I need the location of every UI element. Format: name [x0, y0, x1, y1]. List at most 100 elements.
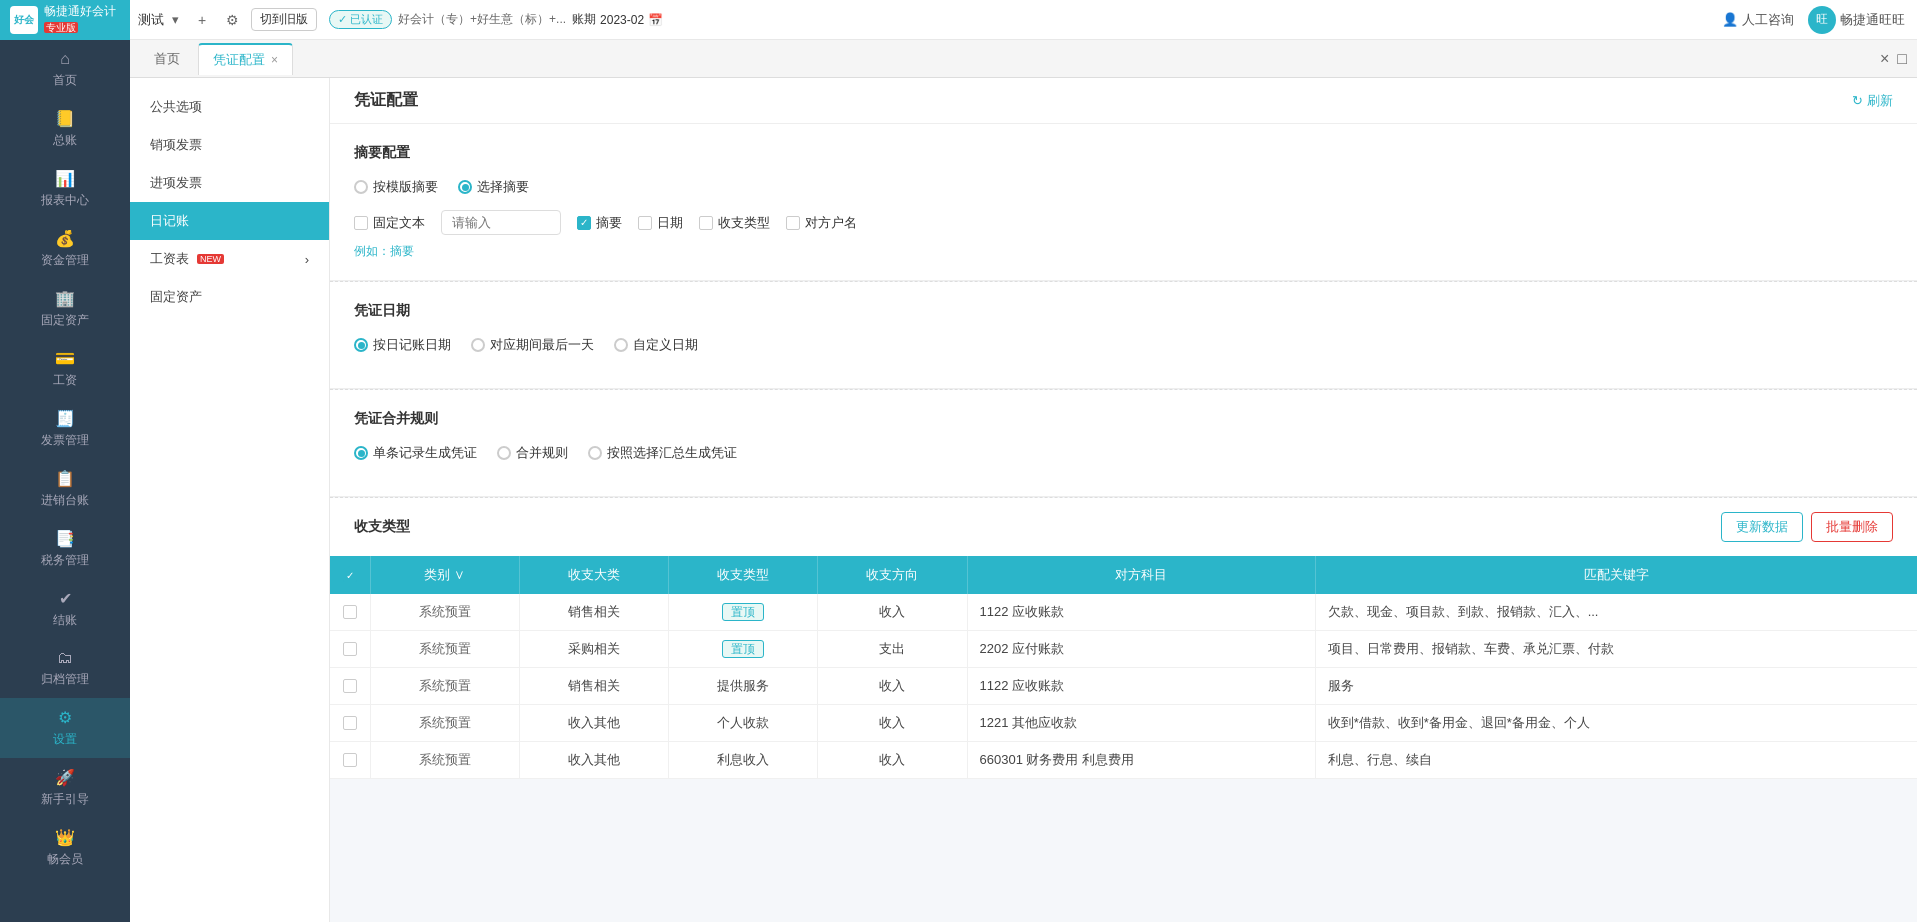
- td-major-1: 采购相关: [519, 631, 668, 668]
- logo-text: 畅捷通好会计 专业版: [44, 4, 116, 35]
- td-checkbox-3[interactable]: [330, 705, 370, 742]
- fixed-text-input[interactable]: [441, 210, 561, 235]
- left-menu-item-diary[interactable]: 日记账: [130, 202, 329, 240]
- td-checkbox-0[interactable]: [330, 594, 370, 631]
- window-max-icon[interactable]: □: [1897, 50, 1907, 68]
- td-account-4: 660301 财务费用 利息费用: [967, 742, 1315, 779]
- sidebar-item-stockbook[interactable]: 📋 进销台账: [0, 459, 130, 519]
- checkbox-income-type[interactable]: 收支类型: [699, 214, 770, 232]
- calendar-icon[interactable]: 📅: [648, 13, 663, 27]
- checkbox-counterparty[interactable]: 对方户名: [786, 214, 857, 232]
- td-checkbox-2[interactable]: [330, 668, 370, 705]
- income-expense-table: ✓ 类别 ∨ 收支大类 收支类型 收支方向 对方科目 匹配关键字: [330, 556, 1917, 779]
- income-expense-section: 收支类型 更新数据 批量删除 ✓ 类别 ∨: [330, 498, 1917, 779]
- table-body: 系统预置 销售相关 置顶 收入 1122 应收账款 欠款、现金、项目款、到款、报…: [330, 594, 1917, 779]
- sidebar-item-settings[interactable]: ⚙ 设置: [0, 698, 130, 758]
- radio-aggregate[interactable]: 按照选择汇总生成凭证: [588, 444, 737, 462]
- td-checkbox-1[interactable]: [330, 631, 370, 668]
- td-checkbox-4[interactable]: [330, 742, 370, 779]
- radio-period-last[interactable]: 对应期间最后一天: [471, 336, 594, 354]
- summary-section: 摘要配置 按模版摘要 选择摘要: [330, 124, 1917, 281]
- tabbar: 首页 凭证配置 × × □: [130, 40, 1917, 78]
- chevron-down-icon[interactable]: ▾: [172, 12, 179, 27]
- tab-home[interactable]: 首页: [140, 44, 194, 74]
- left-menu-item-payroll[interactable]: 工资表 NEW ›: [130, 240, 329, 278]
- update-data-button[interactable]: 更新数据: [1721, 512, 1803, 542]
- checkbox-date[interactable]: 日期: [638, 214, 683, 232]
- select-all-checkbox[interactable]: ✓: [343, 568, 357, 582]
- radio-merge-rules[interactable]: 合并规则: [497, 444, 568, 462]
- table-header-bar: 收支类型 更新数据 批量删除: [330, 498, 1917, 556]
- td-direction-1: 支出: [818, 631, 967, 668]
- tab-bar-actions: × □: [1880, 50, 1907, 68]
- tab-voucher-config[interactable]: 凭证配置 ×: [198, 43, 293, 75]
- invoice-icon: 🧾: [55, 409, 75, 428]
- page-title: 凭证配置: [354, 90, 418, 111]
- topbar-actions: + ⚙ 切到旧版: [191, 8, 317, 31]
- radio-custom-date[interactable]: 自定义日期: [614, 336, 698, 354]
- radio-diary-date[interactable]: 按日记账日期: [354, 336, 451, 354]
- checkbox-fixed-text[interactable]: 固定文本: [354, 214, 425, 232]
- top-tag-1: 置顶: [722, 640, 764, 658]
- refresh-button[interactable]: ↻ 刷新: [1852, 92, 1893, 110]
- sidebar-item-reports[interactable]: 📊 报表中心: [0, 159, 130, 219]
- row-checkbox-3[interactable]: [343, 716, 357, 730]
- new-badge: NEW: [197, 254, 224, 264]
- td-direction-3: 收入: [818, 705, 967, 742]
- refresh-icon: ↻: [1852, 93, 1863, 108]
- td-major-4: 收入其他: [519, 742, 668, 779]
- checkbox-summary[interactable]: ✓ 摘要: [577, 214, 622, 232]
- sidebar-item-invoice[interactable]: 🧾 发票管理: [0, 399, 130, 459]
- sidebar-item-salary[interactable]: 💳 工资: [0, 339, 130, 399]
- th-direction: 收支方向: [818, 556, 967, 594]
- radio-circle-single-record: [354, 446, 368, 460]
- td-account-0: 1122 应收账款: [967, 594, 1315, 631]
- sidebar-item-funds[interactable]: 💰 资金管理: [0, 219, 130, 279]
- left-menu-item-fixed-assets[interactable]: 固定资产: [130, 278, 329, 316]
- sidebar-item-vip[interactable]: 👑 畅会员: [0, 818, 130, 878]
- row-checkbox-2[interactable]: [343, 679, 357, 693]
- left-menu-item-purchase-invoice[interactable]: 进项发票: [130, 164, 329, 202]
- support-button[interactable]: 👤 人工咨询: [1722, 11, 1794, 29]
- radio-select-summary[interactable]: 选择摘要: [458, 178, 529, 196]
- left-menu-item-public[interactable]: 公共选项: [130, 88, 329, 126]
- switch-version-button[interactable]: 切到旧版: [251, 8, 317, 31]
- sidebar-item-tax[interactable]: 📑 税务管理: [0, 519, 130, 579]
- chevron-right-icon: ›: [305, 252, 309, 267]
- sidebar-item-home[interactable]: ⌂ 首页: [0, 40, 130, 99]
- table-row: 系统预置 收入其他 利息收入 收入 660301 财务费用 利息费用 利息、行息…: [330, 742, 1917, 779]
- left-menu-item-sales-invoice[interactable]: 销项发票: [130, 126, 329, 164]
- row-checkbox-0[interactable]: [343, 605, 357, 619]
- merge-radio-group: 单条记录生成凭证 合并规则 按照选择汇总生成凭证: [354, 444, 1893, 462]
- td-direction-0: 收入: [818, 594, 967, 631]
- row-checkbox-1[interactable]: [343, 642, 357, 656]
- support-icon: 👤: [1722, 12, 1738, 27]
- table-row: 系统预置 销售相关 提供服务 收入 1122 应收账款 服务: [330, 668, 1917, 705]
- radio-single-record[interactable]: 单条记录生成凭证: [354, 444, 477, 462]
- checkbox-box-date: [638, 216, 652, 230]
- sidebar-item-close[interactable]: ✔ 结账: [0, 579, 130, 639]
- avatar: 旺: [1808, 6, 1836, 34]
- summary-title: 摘要配置: [354, 144, 1893, 162]
- row-checkbox-4[interactable]: [343, 753, 357, 767]
- window-close-icon[interactable]: ×: [1880, 50, 1889, 68]
- radio-template-summary[interactable]: 按模版摘要: [354, 178, 438, 196]
- settings-icon[interactable]: ⚙: [221, 9, 243, 31]
- batch-delete-button[interactable]: 批量删除: [1811, 512, 1893, 542]
- sidebar-item-assets[interactable]: 🏢 固定资产: [0, 279, 130, 339]
- radio-circle-select: [458, 180, 472, 194]
- table-title: 收支类型: [354, 518, 410, 536]
- sidebar-item-guide[interactable]: 🚀 新手引导: [0, 758, 130, 818]
- td-direction-2: 收入: [818, 668, 967, 705]
- sidebar-item-ledger[interactable]: 📒 总账: [0, 99, 130, 159]
- td-category-2: 系统预置: [370, 668, 519, 705]
- stockbook-icon: 📋: [55, 469, 75, 488]
- left-menu: 公共选项 销项发票 进项发票 日记账 工资表 NEW ›: [130, 78, 330, 922]
- content-header: 凭证配置 ↻ 刷新: [330, 78, 1917, 124]
- td-keywords-2: 服务: [1315, 668, 1917, 705]
- user-menu[interactable]: 旺 畅捷通旺旺: [1808, 6, 1905, 34]
- tab-close-icon[interactable]: ×: [271, 53, 278, 67]
- add-button[interactable]: +: [191, 9, 213, 31]
- td-category-0: 系统预置: [370, 594, 519, 631]
- sidebar-item-archive[interactable]: 🗂 归档管理: [0, 639, 130, 698]
